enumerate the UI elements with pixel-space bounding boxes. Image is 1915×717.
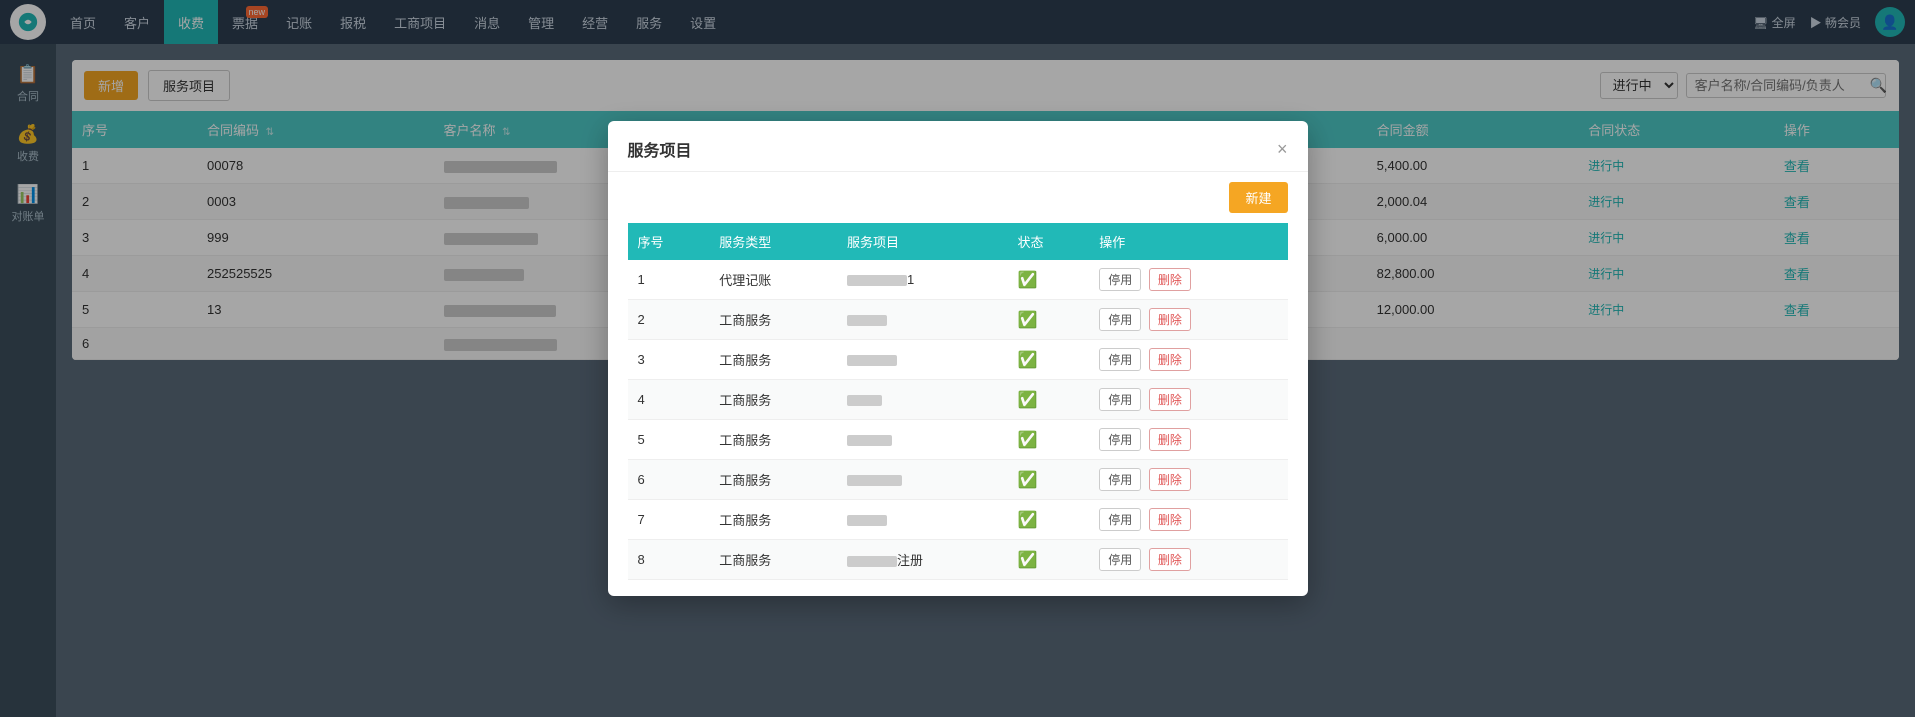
stop-button[interactable]: 停用 — [1099, 548, 1141, 571]
modal-cell-item — [837, 300, 1007, 340]
modal-table-row: 2 工商服务 ✅ 停用 删除 — [628, 300, 1288, 340]
status-check-icon: ✅ — [1018, 352, 1038, 369]
status-check-icon: ✅ — [1018, 552, 1038, 569]
modal-table-row: 5 工商服务 ✅ 停用 删除 — [628, 420, 1288, 460]
status-check-icon: ✅ — [1018, 432, 1038, 449]
modal-cell-status: ✅ — [1008, 460, 1090, 500]
modal-table-row: 8 工商服务 注册 ✅ 停用 删除 — [628, 540, 1288, 580]
modal-cell-seq: 1 — [628, 260, 710, 300]
modal-overlay[interactable]: 服务项目 × 新建 序号 服务类型 服务项目 状态 操作 1 — [0, 0, 1915, 717]
modal-col-status: 状态 — [1008, 223, 1090, 260]
modal-cell-item — [837, 380, 1007, 420]
modal-cell-item — [837, 500, 1007, 540]
modal-cell-seq: 2 — [628, 300, 710, 340]
modal-cell-type: 工商服务 — [709, 340, 837, 380]
modal-cell-status: ✅ — [1008, 260, 1090, 300]
modal-cell-seq: 3 — [628, 340, 710, 380]
modal-col-action: 操作 — [1089, 223, 1287, 260]
service-table: 序号 服务类型 服务项目 状态 操作 1 代理记账 1 ✅ 停用 删除 — [628, 223, 1288, 580]
modal-header-row: 序号 服务类型 服务项目 状态 操作 — [628, 223, 1288, 260]
modal-new-button[interactable]: 新建 — [1229, 182, 1287, 213]
stop-button[interactable]: 停用 — [1099, 308, 1141, 331]
stop-button[interactable]: 停用 — [1099, 268, 1141, 291]
modal-cell-item — [837, 420, 1007, 460]
delete-button[interactable]: 删除 — [1149, 308, 1191, 331]
modal-cell-status: ✅ — [1008, 300, 1090, 340]
modal-cell-action: 停用 删除 — [1089, 460, 1287, 500]
status-check-icon: ✅ — [1018, 472, 1038, 489]
modal-table-row: 4 工商服务 ✅ 停用 删除 — [628, 380, 1288, 420]
modal-cell-status: ✅ — [1008, 340, 1090, 380]
modal-toolbar: 新建 — [608, 172, 1308, 223]
modal-table-row: 6 工商服务 ✅ 停用 删除 — [628, 460, 1288, 500]
modal-cell-type: 工商服务 — [709, 380, 837, 420]
modal-cell-seq: 7 — [628, 500, 710, 540]
modal-cell-type: 工商服务 — [709, 540, 837, 580]
modal-cell-item — [837, 340, 1007, 380]
modal-cell-status: ✅ — [1008, 540, 1090, 580]
status-check-icon: ✅ — [1018, 512, 1038, 529]
stop-button[interactable]: 停用 — [1099, 508, 1141, 531]
modal-cell-type: 代理记账 — [709, 260, 837, 300]
delete-button[interactable]: 删除 — [1149, 428, 1191, 451]
status-check-icon: ✅ — [1018, 392, 1038, 409]
modal-cell-action: 停用 删除 — [1089, 500, 1287, 540]
modal-cell-status: ✅ — [1008, 420, 1090, 460]
modal-col-item: 服务项目 — [837, 223, 1007, 260]
modal-table-row: 1 代理记账 1 ✅ 停用 删除 — [628, 260, 1288, 300]
modal-cell-item: 1 — [837, 260, 1007, 300]
modal-header: 服务项目 × — [608, 121, 1308, 172]
modal-cell-action: 停用 删除 — [1089, 340, 1287, 380]
modal-cell-status: ✅ — [1008, 500, 1090, 540]
service-modal: 服务项目 × 新建 序号 服务类型 服务项目 状态 操作 1 — [608, 121, 1308, 596]
modal-body: 序号 服务类型 服务项目 状态 操作 1 代理记账 1 ✅ 停用 删除 — [608, 223, 1308, 596]
modal-cell-status: ✅ — [1008, 380, 1090, 420]
modal-col-type: 服务类型 — [709, 223, 837, 260]
delete-button[interactable]: 删除 — [1149, 388, 1191, 411]
modal-cell-action: 停用 删除 — [1089, 540, 1287, 580]
modal-cell-item: 注册 — [837, 540, 1007, 580]
modal-cell-type: 工商服务 — [709, 500, 837, 540]
stop-button[interactable]: 停用 — [1099, 348, 1141, 371]
modal-table-row: 7 工商服务 ✅ 停用 删除 — [628, 500, 1288, 540]
status-check-icon: ✅ — [1018, 312, 1038, 329]
modal-cell-action: 停用 删除 — [1089, 260, 1287, 300]
modal-close-button[interactable]: × — [1277, 140, 1288, 158]
modal-cell-type: 工商服务 — [709, 300, 837, 340]
modal-cell-action: 停用 删除 — [1089, 380, 1287, 420]
modal-table-row: 3 工商服务 ✅ 停用 删除 — [628, 340, 1288, 380]
stop-button[interactable]: 停用 — [1099, 388, 1141, 411]
modal-cell-type: 工商服务 — [709, 460, 837, 500]
modal-title: 服务项目 — [628, 137, 692, 161]
status-check-icon: ✅ — [1018, 272, 1038, 289]
modal-cell-seq: 8 — [628, 540, 710, 580]
modal-cell-action: 停用 删除 — [1089, 300, 1287, 340]
delete-button[interactable]: 删除 — [1149, 548, 1191, 571]
stop-button[interactable]: 停用 — [1099, 428, 1141, 451]
modal-cell-seq: 4 — [628, 380, 710, 420]
delete-button[interactable]: 删除 — [1149, 268, 1191, 291]
modal-cell-action: 停用 删除 — [1089, 420, 1287, 460]
modal-cell-seq: 6 — [628, 460, 710, 500]
modal-cell-seq: 5 — [628, 420, 710, 460]
stop-button[interactable]: 停用 — [1099, 468, 1141, 491]
delete-button[interactable]: 删除 — [1149, 348, 1191, 371]
modal-col-seq: 序号 — [628, 223, 710, 260]
modal-cell-type: 工商服务 — [709, 420, 837, 460]
modal-cell-item — [837, 460, 1007, 500]
delete-button[interactable]: 删除 — [1149, 468, 1191, 491]
delete-button[interactable]: 删除 — [1149, 508, 1191, 531]
